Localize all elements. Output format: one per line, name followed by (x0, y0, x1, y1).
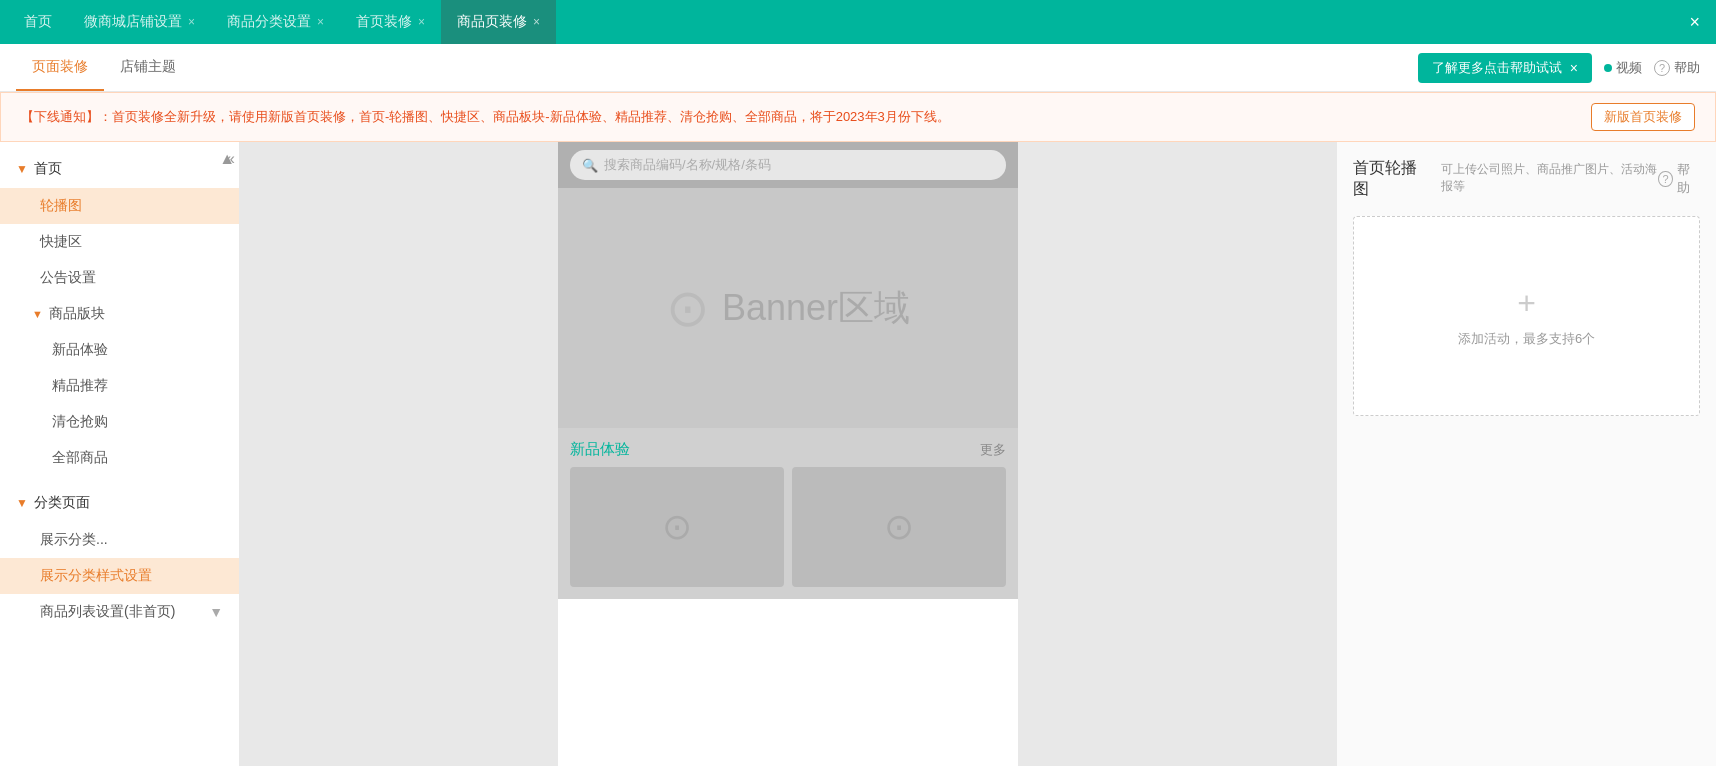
tab-home[interactable]: 首页 (8, 0, 68, 44)
sidebar-section-home[interactable]: ▼ 首页 (0, 150, 239, 188)
sidebar: ▲ « ▼ 首页 轮播图 快捷区 公告设置 ▼ 商品版块 (0, 142, 240, 766)
sidebar-item-show-category[interactable]: 展示分类... (0, 522, 239, 558)
preview-search-bar: 🔍 搜索商品编码/名称/规格/条码 (558, 142, 1018, 188)
content-area: ▲ « ▼ 首页 轮播图 快捷区 公告设置 ▼ 商品版块 (0, 142, 1716, 766)
sub-tab-right: 了解更多点击帮助试试 × 视频 ? 帮助 (1418, 53, 1700, 83)
help-button[interactable]: ? 帮助 (1654, 59, 1700, 77)
tab-category-settings-close[interactable]: × (317, 15, 324, 29)
tab-home-decor[interactable]: 首页装修 × (340, 0, 441, 44)
product-card-2: ⊙ (792, 467, 1006, 587)
add-activity-label: 添加活动，最多支持6个 (1458, 330, 1595, 348)
sidebar-item-notice-setting[interactable]: 公告设置 (0, 260, 239, 296)
sub-tab-store-theme[interactable]: 店铺主题 (104, 44, 192, 91)
preview-banner[interactable]: ⊙ Banner区域 (558, 188, 1018, 428)
sub-tab-page-decor[interactable]: 页面装修 (16, 44, 104, 91)
sidebar-item-all-products[interactable]: 全部商品 (0, 440, 239, 476)
preview-search-input: 🔍 搜索商品编码/名称/规格/条码 (570, 150, 1006, 180)
right-panel: 首页轮播图 可上传公司照片、商品推广图片、活动海报等 ? 帮助 + 添加活动，最… (1336, 142, 1716, 766)
new-version-button[interactable]: 新版首页装修 (1591, 103, 1695, 131)
notice-bar: 【下线通知】：首页装修全新升级，请使用新版首页装修，首页-轮播图、快捷区、商品板… (0, 92, 1716, 142)
sidebar-item-clearance[interactable]: 清仓抢购 (0, 404, 239, 440)
tab-store-settings-close[interactable]: × (188, 15, 195, 29)
tab-bar-close-all[interactable]: × (1681, 12, 1708, 33)
product-card-icon-2: ⊙ (884, 506, 914, 548)
home-section-arrow: ▼ (16, 162, 28, 176)
product-section-more: 更多 (980, 441, 1006, 459)
help-banner[interactable]: 了解更多点击帮助试试 × (1418, 53, 1592, 83)
sidebar-section-category[interactable]: ▼ 分类页面 (0, 484, 239, 522)
product-grid: ⊙ ⊙ (570, 467, 1006, 587)
phone-preview: 🔍 搜索商品编码/名称/规格/条码 ⊙ Banner区域 新品体验 更多 (558, 142, 1018, 766)
product-block-arrow: ▼ (32, 308, 43, 320)
tab-product-decor-close[interactable]: × (533, 15, 540, 29)
video-link[interactable]: 视频 (1604, 59, 1642, 77)
right-panel-subtitle: 可上传公司照片、商品推广图片、活动海报等 (1441, 161, 1658, 195)
add-icon: + (1517, 285, 1536, 322)
sidebar-item-category-style[interactable]: 展示分类样式设置 (0, 558, 239, 594)
sidebar-item-shortcut[interactable]: 快捷区 (0, 224, 239, 260)
tab-category-settings[interactable]: 商品分类设置 × (211, 0, 340, 44)
category-section-label: 分类页面 (34, 494, 90, 512)
help-banner-text: 了解更多点击帮助试试 (1432, 59, 1562, 77)
category-section-arrow: ▼ (16, 496, 28, 510)
preview-area: 🔍 搜索商品编码/名称/规格/条码 ⊙ Banner区域 新品体验 更多 (240, 142, 1336, 766)
sub-tab-bar: 页面装修 店铺主题 了解更多点击帮助试试 × 视频 ? 帮助 (0, 44, 1716, 92)
banner-content: ⊙ Banner区域 (666, 278, 910, 338)
search-icon: 🔍 (582, 158, 598, 173)
tab-home-decor-close[interactable]: × (418, 15, 425, 29)
sidebar-item-featured[interactable]: 精品推荐 (0, 368, 239, 404)
main-container: 页面装修 店铺主题 了解更多点击帮助试试 × 视频 ? 帮助 【下线通知】：首页… (0, 44, 1716, 766)
right-panel-question-icon: ? (1658, 171, 1673, 187)
right-panel-header: 首页轮播图 可上传公司照片、商品推广图片、活动海报等 ? 帮助 (1353, 158, 1700, 200)
tab-bar: 首页 微商城店铺设置 × 商品分类设置 × 首页装修 × 商品页装修 × × (0, 0, 1716, 44)
right-panel-help-btn[interactable]: ? 帮助 (1658, 161, 1700, 197)
sidebar-item-product-list-setting[interactable]: 商品列表设置(非首页) ▼ (0, 594, 239, 630)
sidebar-subsection-product-block[interactable]: ▼ 商品版块 (0, 296, 239, 332)
home-section-label: 首页 (34, 160, 62, 178)
product-card-1: ⊙ (570, 467, 784, 587)
question-icon: ? (1654, 60, 1670, 76)
help-banner-close[interactable]: × (1570, 60, 1578, 76)
tab-product-decor[interactable]: 商品页装修 × (441, 0, 556, 44)
sidebar-item-new-experience[interactable]: 新品体验 (0, 332, 239, 368)
video-dot-icon (1604, 64, 1612, 72)
tab-store-settings[interactable]: 微商城店铺设置 × (68, 0, 211, 44)
product-card-icon-1: ⊙ (662, 506, 692, 548)
product-section-header: 新品体验 更多 (570, 440, 1006, 459)
preview-product-section: 新品体验 更多 ⊙ ⊙ (558, 428, 1018, 599)
product-section-title: 新品体验 (570, 440, 630, 459)
banner-logo-icon: ⊙ (666, 278, 710, 338)
notice-text: 【下线通知】：首页装修全新升级，请使用新版首页装修，首页-轮播图、快捷区、商品板… (21, 108, 950, 126)
sidebar-collapse-left[interactable]: « (226, 150, 235, 168)
product-list-expand-icon: ▼ (209, 604, 223, 620)
product-block-label: 商品版块 (49, 305, 105, 323)
add-activity-box[interactable]: + 添加活动，最多支持6个 (1353, 216, 1700, 416)
right-panel-title: 首页轮播图 (1353, 158, 1425, 200)
sidebar-item-banner[interactable]: 轮播图 (0, 188, 239, 224)
